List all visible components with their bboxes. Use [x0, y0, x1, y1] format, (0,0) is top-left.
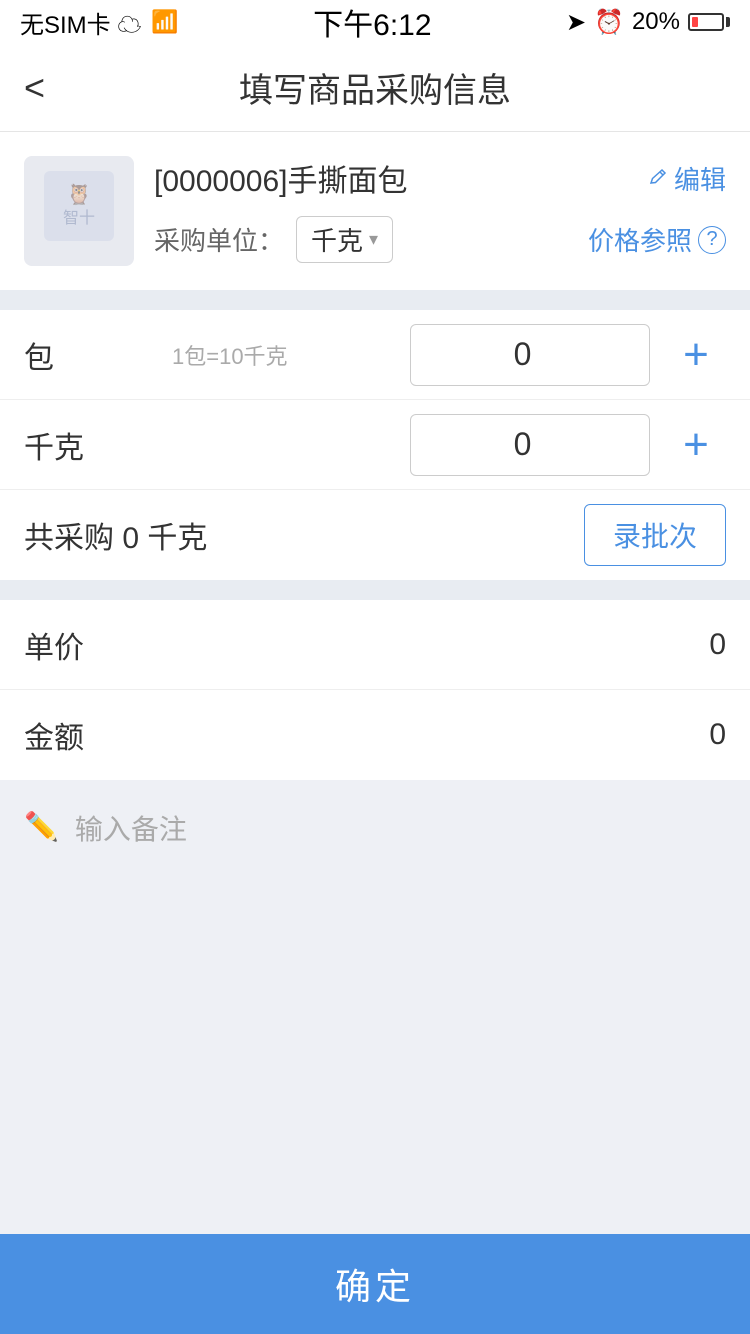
- bag-sublabel: 1包=10千克: [172, 339, 288, 371]
- record-batch-button[interactable]: 录批次: [584, 504, 726, 566]
- kg-plus-button[interactable]: +: [666, 415, 726, 475]
- price-ref-label: 价格参照: [588, 221, 692, 258]
- kg-label: 千克: [24, 423, 164, 467]
- status-left: 无SIM卡 ☁ 📶: [20, 5, 179, 40]
- kg-input-wrap: +: [164, 414, 726, 476]
- product-card: 🦉 智十 [0000006]手撕面包 编辑 采购单位： 千克 ▾: [0, 132, 750, 290]
- kg-input[interactable]: [410, 414, 650, 476]
- help-icon: ?: [698, 226, 726, 254]
- bag-plus-button[interactable]: +: [666, 325, 726, 385]
- unit-price-label: 单价: [24, 623, 84, 667]
- product-name-row: [0000006]手撕面包 编辑: [154, 156, 726, 200]
- edit-label: 编辑: [674, 160, 726, 197]
- price-section: 单价 0 金额 0: [0, 600, 750, 780]
- divider-1: [0, 290, 750, 310]
- bag-row: 包 1包=10千克 +: [0, 310, 750, 400]
- alarm-icon: ⏰: [594, 8, 624, 37]
- price-ref-button[interactable]: 价格参照 ?: [588, 221, 726, 258]
- product-name: [0000006]手撕面包: [154, 156, 407, 200]
- status-time: 下午6:12: [313, 0, 431, 44]
- wifi-icon: 📶: [151, 9, 178, 35]
- bag-input-wrap: +: [288, 324, 726, 386]
- amount-value: 0: [709, 718, 726, 752]
- nav-bar: < 填写商品采购信息: [0, 44, 750, 132]
- status-right: ➤ ⏰ 20%: [566, 8, 730, 37]
- battery-icon: [688, 13, 730, 31]
- chevron-down-icon: ▾: [369, 229, 378, 250]
- svg-text:🦉: 🦉: [67, 183, 92, 206]
- unit-price-value: 0: [709, 628, 726, 662]
- bag-input[interactable]: [410, 324, 650, 386]
- edit-button[interactable]: 编辑: [648, 160, 726, 197]
- unit-row: 采购单位： 千克 ▾ 价格参照 ?: [154, 216, 726, 263]
- product-thumb-logo: 🦉 智十: [44, 171, 114, 251]
- svg-text:智十: 智十: [63, 209, 95, 227]
- total-label: 共采购 0 千克: [24, 513, 207, 557]
- page-title: 填写商品采购信息: [239, 63, 511, 112]
- product-thumbnail: 🦉 智十: [24, 156, 134, 266]
- amount-row: 金额 0: [0, 690, 750, 780]
- remark-placeholder: 输入备注: [75, 808, 187, 848]
- back-button[interactable]: <: [24, 67, 45, 109]
- status-bar: 无SIM卡 ☁ 📶 下午6:12 ➤ ⏰ 20%: [0, 0, 750, 44]
- form-section: 包 1包=10千克 + 千克 +: [0, 310, 750, 490]
- sim-label: 无SIM卡 ☁: [20, 5, 141, 40]
- location-icon: ➤: [566, 8, 586, 37]
- confirm-button[interactable]: 确定: [0, 1234, 750, 1334]
- divider-2: [0, 580, 750, 600]
- unit-select[interactable]: 千克 ▾: [296, 216, 393, 263]
- unit-label: 采购单位：: [154, 221, 284, 258]
- content-spacer: [0, 960, 750, 1240]
- amount-label: 金额: [24, 713, 84, 757]
- total-row: 共采购 0 千克 录批次: [0, 490, 750, 580]
- unit-price-row: 单价 0: [0, 600, 750, 690]
- pencil-icon: ✏️: [24, 810, 59, 843]
- remark-section[interactable]: ✏️ 输入备注: [0, 780, 750, 960]
- battery-percent: 20%: [632, 8, 680, 36]
- kg-row: 千克 +: [0, 400, 750, 490]
- unit-value: 千克: [311, 221, 363, 258]
- bag-label: 包: [24, 333, 164, 377]
- product-info: [0000006]手撕面包 编辑 采购单位： 千克 ▾ 价格参照 ?: [154, 156, 726, 263]
